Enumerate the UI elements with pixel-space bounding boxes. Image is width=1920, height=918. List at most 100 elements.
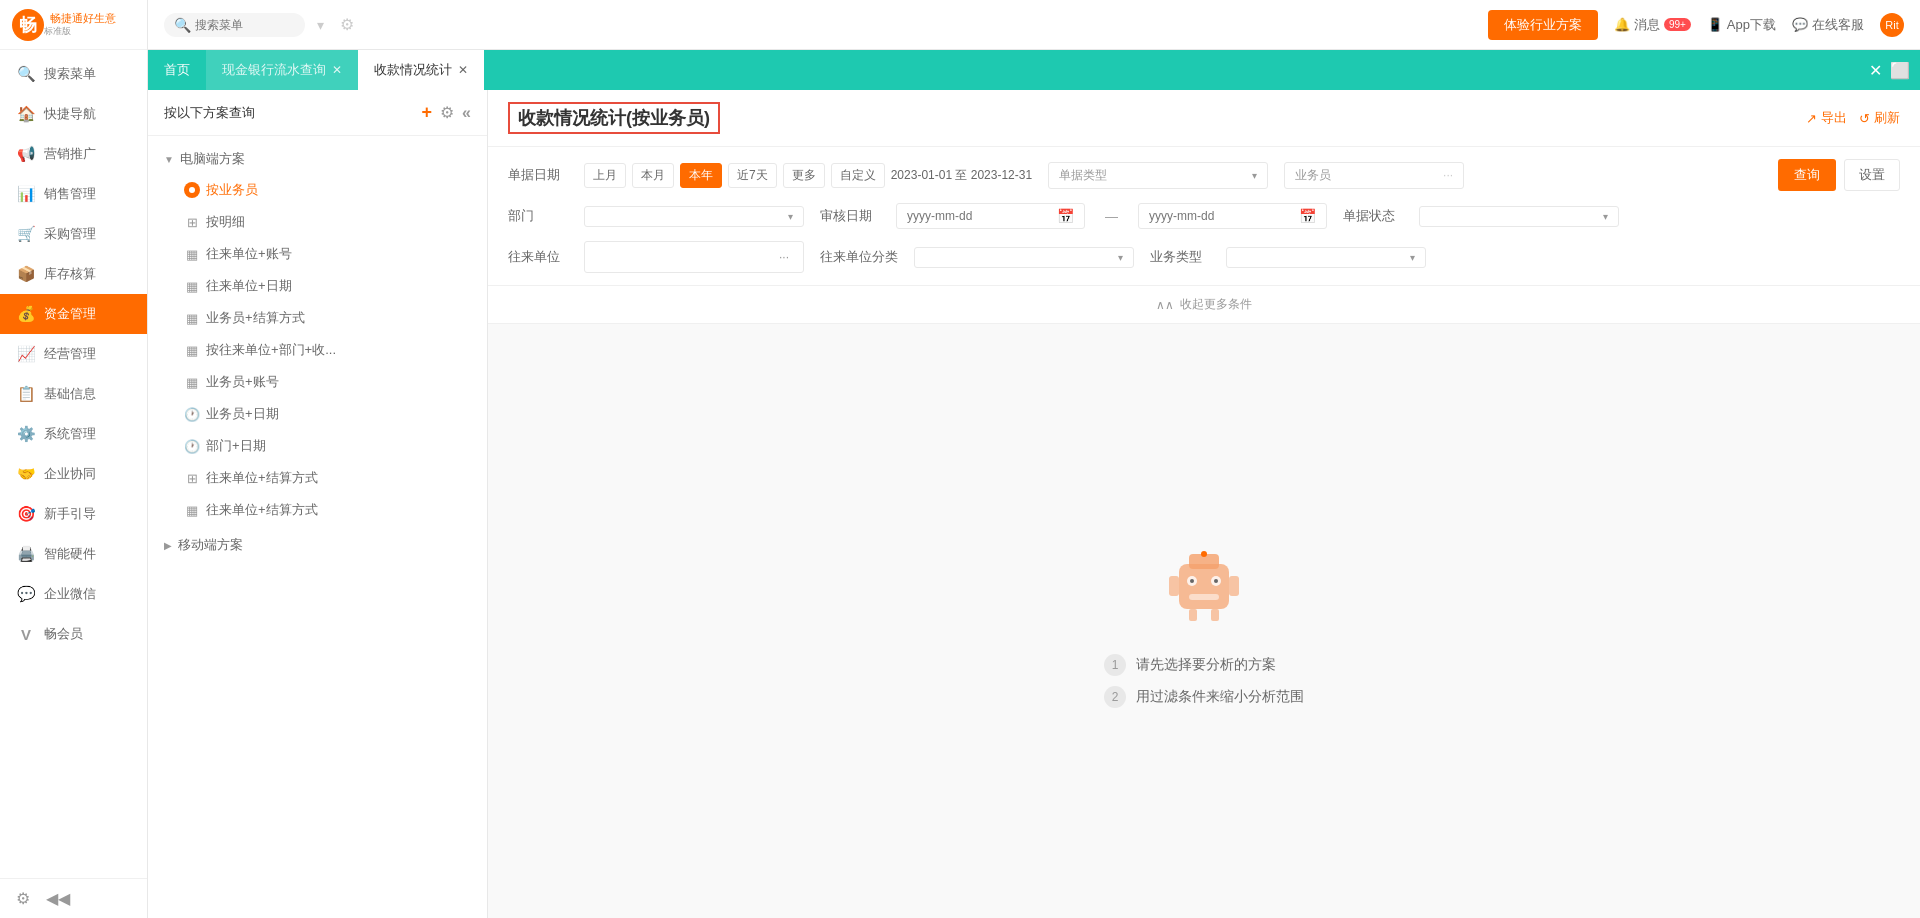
calendar-end-icon[interactable]: 📅 bbox=[1299, 208, 1316, 224]
review-date-label: 审核日期 bbox=[820, 207, 880, 225]
sidebar-item-marketing[interactable]: 📢 营销推广 bbox=[0, 134, 147, 174]
date-btn-this-month[interactable]: 本月 bbox=[632, 163, 674, 188]
search-input[interactable] bbox=[195, 18, 295, 32]
sidebar-item-smart-hw[interactable]: 🖨️ 智能硬件 bbox=[0, 534, 147, 574]
tree-parent-pc[interactable]: ▼ 电脑端方案 bbox=[148, 144, 487, 174]
date-btn-custom[interactable]: 自定义 bbox=[831, 163, 885, 188]
grid-icon: ⊞ bbox=[184, 214, 200, 230]
collapse-icon: ∧∧ bbox=[1156, 298, 1174, 312]
tree-item-salesman-date[interactable]: 🕐 业务员+日期 bbox=[148, 398, 487, 430]
query-btn[interactable]: 查询 bbox=[1778, 159, 1836, 191]
review-date-end-input[interactable] bbox=[1149, 209, 1299, 223]
tree-item-counterparty-settlement1[interactable]: ⊞ 往来单位+结算方式 bbox=[148, 462, 487, 494]
tree-item-salesman-account[interactable]: ▦ 业务员+账号 bbox=[148, 366, 487, 398]
salesman-more-icon: ··· bbox=[1443, 168, 1453, 182]
counterparty-select[interactable]: ··· bbox=[584, 241, 804, 273]
collection-stats-tab-close[interactable]: ✕ bbox=[458, 63, 468, 77]
svg-rect-7 bbox=[1189, 594, 1219, 600]
notification-badge: 99+ bbox=[1664, 18, 1691, 31]
dept-arrow: ▾ bbox=[788, 211, 793, 222]
sidebar-item-search-menu[interactable]: 🔍 搜索菜单 bbox=[0, 54, 147, 94]
topbar-search[interactable]: 🔍 bbox=[164, 13, 305, 37]
online-service-btn[interactable]: 💬 在线客服 bbox=[1792, 16, 1864, 34]
sidebar-item-basic-info[interactable]: 📋 基础信息 bbox=[0, 374, 147, 414]
quick-nav-icon: 🏠 bbox=[16, 104, 36, 124]
tree-item-counterparty-settlement2[interactable]: ▦ 往来单位+结算方式 bbox=[148, 494, 487, 526]
tree-item-by-detail[interactable]: ⊞ 按明细 bbox=[148, 206, 487, 238]
tree-item-by-salesman[interactable]: 按业务员 bbox=[148, 174, 487, 206]
bank-flow-tab-close[interactable]: ✕ bbox=[332, 63, 342, 77]
date-btn-this-year[interactable]: 本年 bbox=[680, 163, 722, 188]
sidebar-item-inventory[interactable]: 📦 库存核算 bbox=[0, 254, 147, 294]
tab-collection-stats[interactable]: 收款情况统计 ✕ bbox=[358, 50, 484, 90]
dept-select[interactable]: ▾ bbox=[584, 206, 804, 227]
date-btn-last-month[interactable]: 上月 bbox=[584, 163, 626, 188]
add-scheme-btn[interactable]: + bbox=[422, 102, 433, 123]
tree-item-counterparty-date[interactable]: ▦ 往来单位+日期 bbox=[148, 270, 487, 302]
export-btn[interactable]: ↗ 导出 bbox=[1806, 109, 1847, 127]
sidebar-item-label: 库存核算 bbox=[44, 265, 96, 283]
trial-btn[interactable]: 体验行业方案 bbox=[1488, 10, 1598, 40]
sidebar-item-sales[interactable]: 📊 销售管理 bbox=[0, 174, 147, 214]
calendar-start-icon[interactable]: 📅 bbox=[1057, 208, 1074, 224]
salesman-select[interactable]: 业务员 ··· bbox=[1284, 162, 1464, 189]
left-panel: 按以下方案查询 + ⚙ « ▼ 电脑端方案 bbox=[148, 90, 488, 918]
app-download-label: App下载 bbox=[1727, 16, 1776, 34]
tab-maximize-btn[interactable]: ⬜ bbox=[1890, 61, 1910, 80]
svg-rect-11 bbox=[1211, 609, 1219, 621]
panel-collapse-btn[interactable]: « bbox=[462, 104, 471, 122]
refresh-icon: ↺ bbox=[1859, 111, 1870, 126]
sidebar-item-label: 快捷导航 bbox=[44, 105, 96, 123]
tree-item-unit-dept-collect[interactable]: ▦ 按往来单位+部门+收... bbox=[148, 334, 487, 366]
sidebar-item-purchase[interactable]: 🛒 采购管理 bbox=[0, 214, 147, 254]
sidebar-item-wechat[interactable]: 💬 企业微信 bbox=[0, 574, 147, 614]
refresh-btn[interactable]: ↺ 刷新 bbox=[1859, 109, 1900, 127]
wechat-icon: 💬 bbox=[16, 584, 36, 604]
sidebar-item-quick-nav[interactable]: 🏠 快捷导航 bbox=[0, 94, 147, 134]
notification-btn[interactable]: 🔔 消息 99+ bbox=[1614, 16, 1691, 34]
search-dropdown-icon[interactable]: ▾ bbox=[317, 17, 324, 33]
page-header: 收款情况统计(按业务员) ↗ 导出 ↺ 刷新 bbox=[488, 90, 1920, 147]
voucher-status-arrow: ▾ bbox=[1603, 211, 1608, 222]
tree-parent-label-pc: 电脑端方案 bbox=[180, 150, 245, 168]
sidebar-settings-btn[interactable]: ⚙ bbox=[16, 889, 30, 908]
grid2-icon: ⊞ bbox=[184, 470, 200, 486]
tab-bank-flow[interactable]: 现金银行流水查询 ✕ bbox=[206, 50, 358, 90]
sidebar-item-vip[interactable]: V 畅会员 bbox=[0, 614, 147, 654]
tree-item-dept-date[interactable]: 🕐 部门+日期 bbox=[148, 430, 487, 462]
sidebar-item-operations[interactable]: 📈 经营管理 bbox=[0, 334, 147, 374]
refresh-label: 刷新 bbox=[1874, 109, 1900, 127]
review-date-start[interactable]: 📅 bbox=[896, 203, 1085, 229]
counterparty-more-btn[interactable]: ··· bbox=[775, 246, 793, 268]
tree-item-counterparty-account[interactable]: ▦ 往来单位+账号 bbox=[148, 238, 487, 270]
business-type-select[interactable]: ▾ bbox=[1226, 247, 1426, 268]
app-download-btn[interactable]: 📱 App下载 bbox=[1707, 16, 1776, 34]
table5-icon: ▦ bbox=[184, 502, 200, 518]
sidebar-item-guide[interactable]: 🎯 新手引导 bbox=[0, 494, 147, 534]
tab-close-all-btn[interactable]: ✕ bbox=[1869, 61, 1882, 80]
sidebar-item-finance[interactable]: 💰 资金管理 bbox=[0, 294, 147, 334]
user-name[interactable]: Rit bbox=[1880, 13, 1904, 37]
scheme-settings-btn[interactable]: ⚙ bbox=[440, 103, 454, 122]
sidebar: 畅 畅捷通好生意 标准版 🔍 搜索菜单 🏠 快捷导航 📢 营销推广 📊 销售管理… bbox=[0, 0, 148, 918]
counterparty-category-select[interactable]: ▾ bbox=[914, 247, 1134, 268]
step-num-2: 2 bbox=[1104, 686, 1126, 708]
date-btn-last-7-days[interactable]: 近7天 bbox=[728, 163, 777, 188]
date-btn-more[interactable]: 更多 bbox=[783, 163, 825, 188]
tab-home[interactable]: 首页 bbox=[148, 50, 206, 90]
sidebar-item-enterprise[interactable]: 🤝 企业协同 bbox=[0, 454, 147, 494]
sidebar-item-system[interactable]: ⚙️ 系统管理 bbox=[0, 414, 147, 454]
review-date-start-input[interactable] bbox=[907, 209, 1057, 223]
review-date-end[interactable]: 📅 bbox=[1138, 203, 1327, 229]
tree-parent-mobile[interactable]: ▶ 移动端方案 bbox=[148, 530, 487, 560]
tree-item-salesman-settlement[interactable]: ▦ 业务员+结算方式 bbox=[148, 302, 487, 334]
settings-icon[interactable]: ⚙ bbox=[340, 15, 354, 34]
voucher-status-select[interactable]: ▾ bbox=[1419, 206, 1619, 227]
filter-settings-btn[interactable]: 设置 bbox=[1844, 159, 1900, 191]
voucher-type-select[interactable]: 单据类型 ▾ bbox=[1048, 162, 1268, 189]
tree-item-label: 按业务员 bbox=[206, 181, 258, 199]
sidebar-item-label: 系统管理 bbox=[44, 425, 96, 443]
topbar-actions: 体验行业方案 🔔 消息 99+ 📱 App下载 💬 在线客服 Rit bbox=[1488, 10, 1904, 40]
collapse-bar[interactable]: ∧∧ 收起更多条件 bbox=[488, 286, 1920, 324]
sidebar-collapse-btn[interactable]: ◀◀ bbox=[46, 889, 70, 908]
